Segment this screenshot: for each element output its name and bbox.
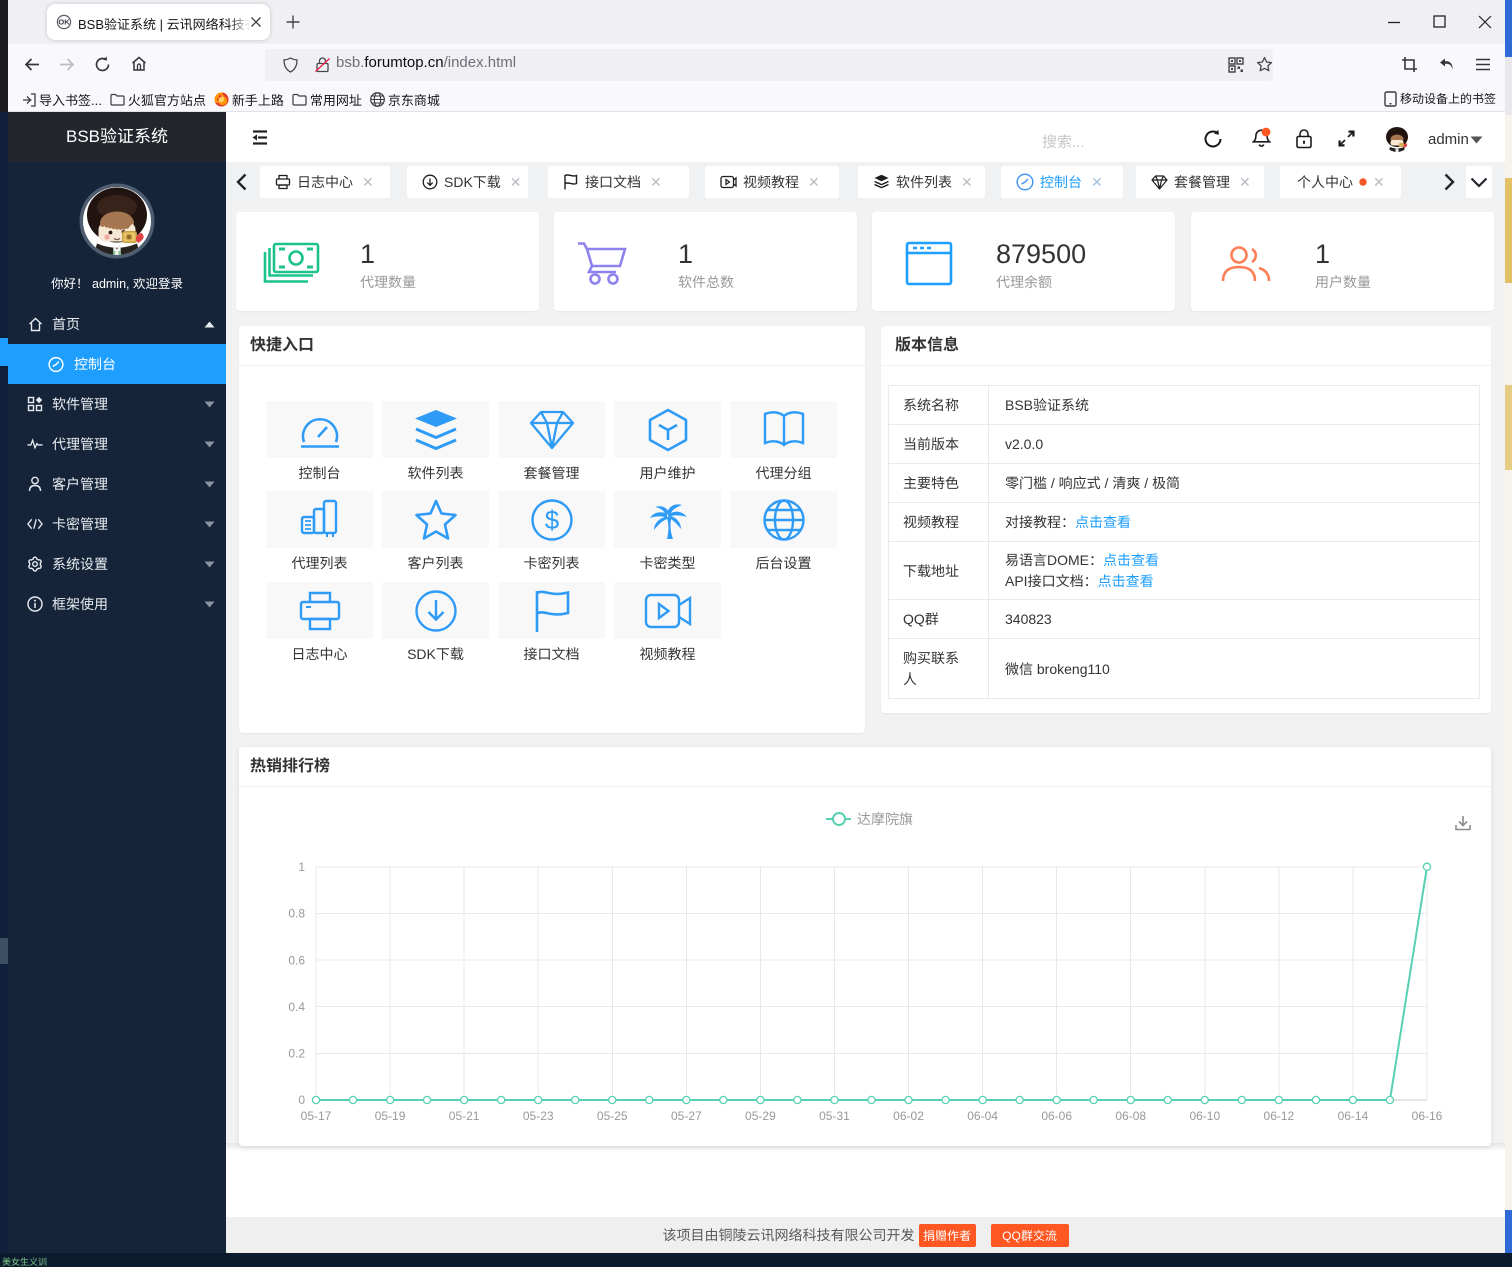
svg-text:05-17: 05-17 xyxy=(301,1109,332,1123)
svg-text:05-29: 05-29 xyxy=(745,1109,776,1123)
svg-text:05-27: 05-27 xyxy=(671,1109,702,1123)
svg-text:06-02: 06-02 xyxy=(893,1109,924,1123)
svg-text:06-06: 06-06 xyxy=(1041,1109,1072,1123)
svg-text:05-23: 05-23 xyxy=(523,1109,554,1123)
svg-text:06-16: 06-16 xyxy=(1412,1109,1443,1123)
svg-text:05-21: 05-21 xyxy=(449,1109,480,1123)
svg-text:达摩院旗: 达摩院旗 xyxy=(857,811,913,827)
svg-text:06-08: 06-08 xyxy=(1115,1109,1146,1123)
svg-text:05-31: 05-31 xyxy=(819,1109,850,1123)
svg-text:05-25: 05-25 xyxy=(597,1109,628,1123)
svg-text:OK: OK xyxy=(58,18,70,27)
svg-text:06-12: 06-12 xyxy=(1264,1109,1295,1123)
svg-text:0.6: 0.6 xyxy=(288,953,305,967)
svg-text:0.4: 0.4 xyxy=(288,1000,305,1014)
svg-text:1: 1 xyxy=(298,860,305,874)
svg-text:0.2: 0.2 xyxy=(288,1047,305,1061)
svg-text:05-19: 05-19 xyxy=(375,1109,406,1123)
svg-text:06-10: 06-10 xyxy=(1189,1109,1220,1123)
svg-text:0: 0 xyxy=(298,1093,305,1107)
svg-text:0.8: 0.8 xyxy=(288,907,305,921)
svg-text:06-04: 06-04 xyxy=(967,1109,998,1123)
svg-text:06-14: 06-14 xyxy=(1338,1109,1369,1123)
svg-text:$: $ xyxy=(544,505,559,535)
